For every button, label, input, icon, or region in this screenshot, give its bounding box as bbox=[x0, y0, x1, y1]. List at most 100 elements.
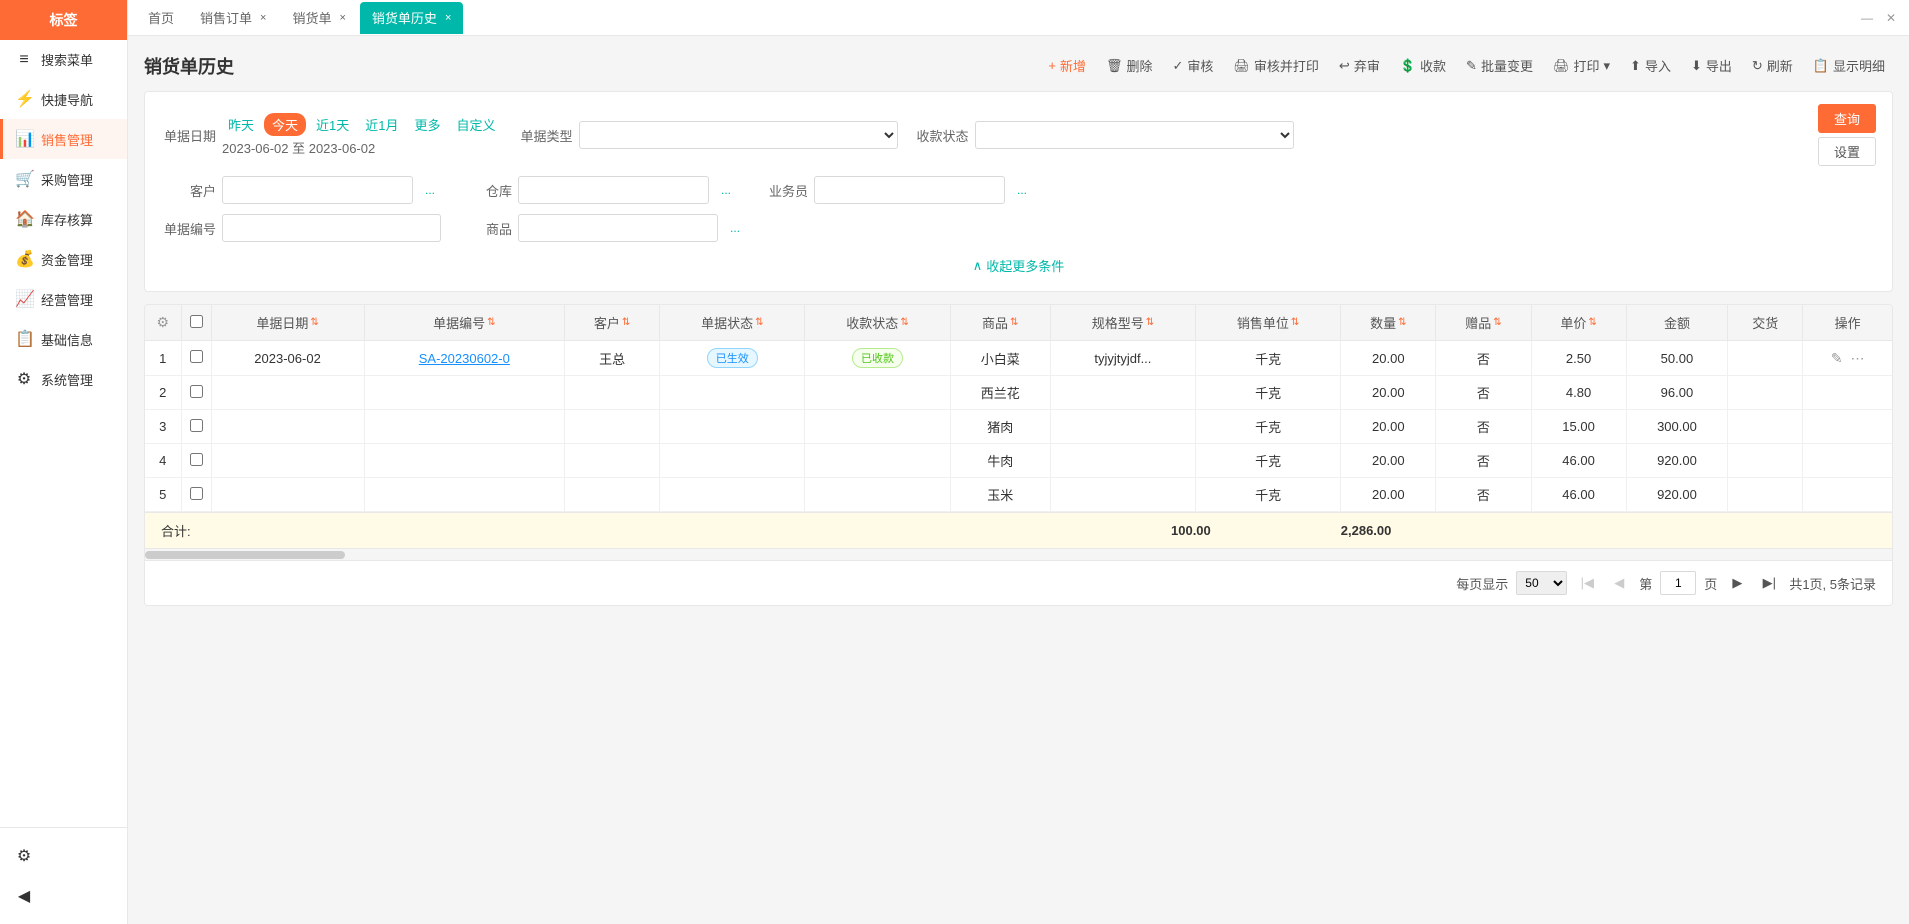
tab-home[interactable]: 首页 bbox=[136, 2, 186, 34]
tab-sales-history[interactable]: 销货单历史 × bbox=[360, 2, 463, 34]
select-all-checkbox[interactable] bbox=[190, 315, 203, 328]
sidebar-item-inventory-calc[interactable]: 🏠 库存核算 bbox=[0, 199, 127, 239]
th-doc-no[interactable]: 单据编号 ⇅ bbox=[364, 305, 564, 341]
horizontal-scrollbar[interactable] bbox=[145, 548, 1892, 560]
last-page-btn[interactable]: ▶| bbox=[1757, 571, 1781, 595]
row-trade-1 bbox=[1728, 341, 1803, 376]
page-number-input[interactable] bbox=[1660, 571, 1696, 595]
sidebar-item-label: 基础信息 bbox=[41, 330, 93, 349]
collapse-icon: ◀ bbox=[15, 886, 33, 906]
row-unit-price-5: 46.00 bbox=[1531, 478, 1626, 512]
row-doc-status-1: 已生效 bbox=[660, 341, 805, 376]
collapse-conditions-btn[interactable]: ∧ 收起更多条件 bbox=[161, 252, 1876, 279]
sidebar-item-purchase-mgmt[interactable]: 🛒 采购管理 bbox=[0, 159, 127, 199]
sidebar-item-quick-nav[interactable]: ⚡ 快捷导航 bbox=[0, 79, 127, 119]
docno-input[interactable] bbox=[222, 214, 441, 242]
settings-button[interactable]: 设置 bbox=[1818, 137, 1876, 166]
tab-sales-order-close[interactable]: × bbox=[260, 12, 266, 24]
minimize-button[interactable]: — bbox=[1857, 8, 1877, 28]
first-page-btn[interactable]: |◀ bbox=[1575, 571, 1599, 595]
row-spec-type-2 bbox=[1050, 376, 1195, 410]
customer-picker-btn[interactable]: ... bbox=[419, 181, 441, 199]
scroll-thumb[interactable] bbox=[145, 551, 345, 559]
sidebar-item-sales-mgmt[interactable]: 📊 销售管理 bbox=[0, 119, 127, 159]
collect-button[interactable]: 💲 收款 bbox=[1392, 52, 1454, 79]
row-product-3: 猪肉 bbox=[950, 410, 1050, 444]
salesperson-label: 业务员 bbox=[753, 181, 808, 200]
gear-settings-icon[interactable]: ⚙ bbox=[156, 314, 169, 330]
import-button[interactable]: ⬆ 导入 bbox=[1622, 52, 1679, 79]
th-customer-label: 客户 bbox=[594, 313, 620, 332]
shortcut-last1m[interactable]: 近1月 bbox=[359, 113, 404, 136]
shortcut-custom[interactable]: 自定义 bbox=[451, 113, 502, 136]
th-spec-type[interactable]: 规格型号 ⇅ bbox=[1050, 305, 1195, 341]
sidebar-item-operation-mgmt[interactable]: 📈 经营管理 bbox=[0, 279, 127, 319]
print-button[interactable]: 🖨 打印 ▾ bbox=[1545, 52, 1618, 79]
row-doc-no-5 bbox=[364, 478, 564, 512]
filter-docno-field: 单据编号 bbox=[161, 214, 441, 242]
query-button[interactable]: 查询 bbox=[1818, 104, 1876, 133]
warehouse-picker-btn[interactable]: ... bbox=[715, 181, 737, 199]
th-customer[interactable]: 客户 ⇅ bbox=[565, 305, 660, 341]
display-detail-button[interactable]: 📋 显示明细 bbox=[1805, 52, 1893, 79]
product-picker-btn[interactable]: ... bbox=[724, 219, 746, 237]
salesperson-picker-btn[interactable]: ... bbox=[1011, 181, 1033, 199]
audit-button[interactable]: ✓ 审核 bbox=[1164, 52, 1221, 79]
filter-date-field: 单据日期 昨天 今天 近1天 近1月 更多 自定义 2023-06-02 至 2… bbox=[161, 113, 502, 157]
sidebar-item-label: 系统管理 bbox=[41, 370, 93, 389]
row-doc-no-1[interactable]: SA-20230602-0 bbox=[364, 341, 564, 376]
shortcut-today[interactable]: 今天 bbox=[264, 113, 306, 136]
row-checkbox-4[interactable] bbox=[181, 444, 211, 478]
tab-sales-history-close[interactable]: × bbox=[445, 12, 451, 24]
salesperson-input[interactable] bbox=[814, 176, 1005, 204]
sidebar-collapse-btn[interactable]: ◀ bbox=[0, 876, 127, 916]
row-doc-date-5 bbox=[211, 478, 364, 512]
sidebar-item-search-menu[interactable]: ≡ 搜索菜单 bbox=[0, 40, 127, 79]
abandon-button[interactable]: ↩ 弃审 bbox=[1331, 52, 1388, 79]
close-button[interactable]: ✕ bbox=[1881, 8, 1901, 28]
sidebar-item-fund-mgmt[interactable]: 💰 资金管理 bbox=[0, 239, 127, 279]
sidebar-item-system-mgmt[interactable]: ⚙ 系统管理 bbox=[0, 359, 127, 399]
next-page-btn[interactable]: ▶ bbox=[1725, 571, 1749, 595]
warehouse-input[interactable] bbox=[518, 176, 709, 204]
shortcut-more[interactable]: 更多 bbox=[409, 113, 447, 136]
audit-print-button[interactable]: 🖨 审核并打印 bbox=[1225, 52, 1327, 79]
per-page-select[interactable]: 50 100 200 bbox=[1516, 571, 1567, 595]
th-doc-date[interactable]: 单据日期 ⇅ bbox=[211, 305, 364, 341]
th-doc-status[interactable]: 单据状态 ⇅ bbox=[660, 305, 805, 341]
more-action-icon[interactable]: ⋯ bbox=[1851, 350, 1865, 367]
row-checkbox-5[interactable] bbox=[181, 478, 211, 512]
row-amount-3: 300.00 bbox=[1626, 410, 1728, 444]
row-checkbox-3[interactable] bbox=[181, 410, 211, 444]
th-product[interactable]: 商品 ⇅ bbox=[950, 305, 1050, 341]
tab-sales-delivery-close[interactable]: × bbox=[339, 12, 345, 24]
prev-page-btn[interactable]: ◀ bbox=[1607, 571, 1631, 595]
sidebar-item-basic-info[interactable]: 📋 基础信息 bbox=[0, 319, 127, 359]
row-checkbox-1[interactable] bbox=[181, 341, 211, 376]
tab-sales-delivery[interactable]: 销货单 × bbox=[280, 2, 357, 34]
shortcut-yesterday[interactable]: 昨天 bbox=[222, 113, 260, 136]
sidebar-settings-icon[interactable]: ⚙ bbox=[0, 836, 127, 876]
delete-button[interactable]: 🗑 删除 bbox=[1098, 52, 1161, 79]
edit-action-icon[interactable]: ✎ bbox=[1831, 350, 1843, 367]
batch-change-button[interactable]: ✎ 批量变更 bbox=[1458, 52, 1541, 79]
new-button[interactable]: + 新增 bbox=[1040, 52, 1094, 79]
tab-sales-order[interactable]: 销售订单 × bbox=[188, 2, 278, 34]
doc-type-select[interactable] bbox=[579, 121, 898, 149]
shortcut-last7[interactable]: 近1天 bbox=[310, 113, 355, 136]
th-gift[interactable]: 赠品 ⇅ bbox=[1436, 305, 1531, 341]
row-checkbox-2[interactable] bbox=[181, 376, 211, 410]
export-button[interactable]: ⬇ 导出 bbox=[1683, 52, 1740, 79]
th-gear[interactable]: ⚙ bbox=[145, 305, 181, 341]
payment-status-select[interactable] bbox=[975, 121, 1294, 149]
row-payment-status-5 bbox=[805, 478, 950, 512]
product-input[interactable] bbox=[518, 214, 718, 242]
th-unit-price[interactable]: 单价 ⇅ bbox=[1531, 305, 1626, 341]
sort-icon: ⇅ bbox=[1010, 317, 1018, 328]
th-payment-status[interactable]: 收款状态 ⇅ bbox=[805, 305, 950, 341]
th-sales-unit[interactable]: 销售单位 ⇅ bbox=[1196, 305, 1341, 341]
sort-icon: ⇅ bbox=[310, 317, 318, 328]
th-qty[interactable]: 数量 ⇅ bbox=[1341, 305, 1436, 341]
refresh-button[interactable]: ↻ 刷新 bbox=[1744, 52, 1801, 79]
customer-input[interactable] bbox=[222, 176, 413, 204]
